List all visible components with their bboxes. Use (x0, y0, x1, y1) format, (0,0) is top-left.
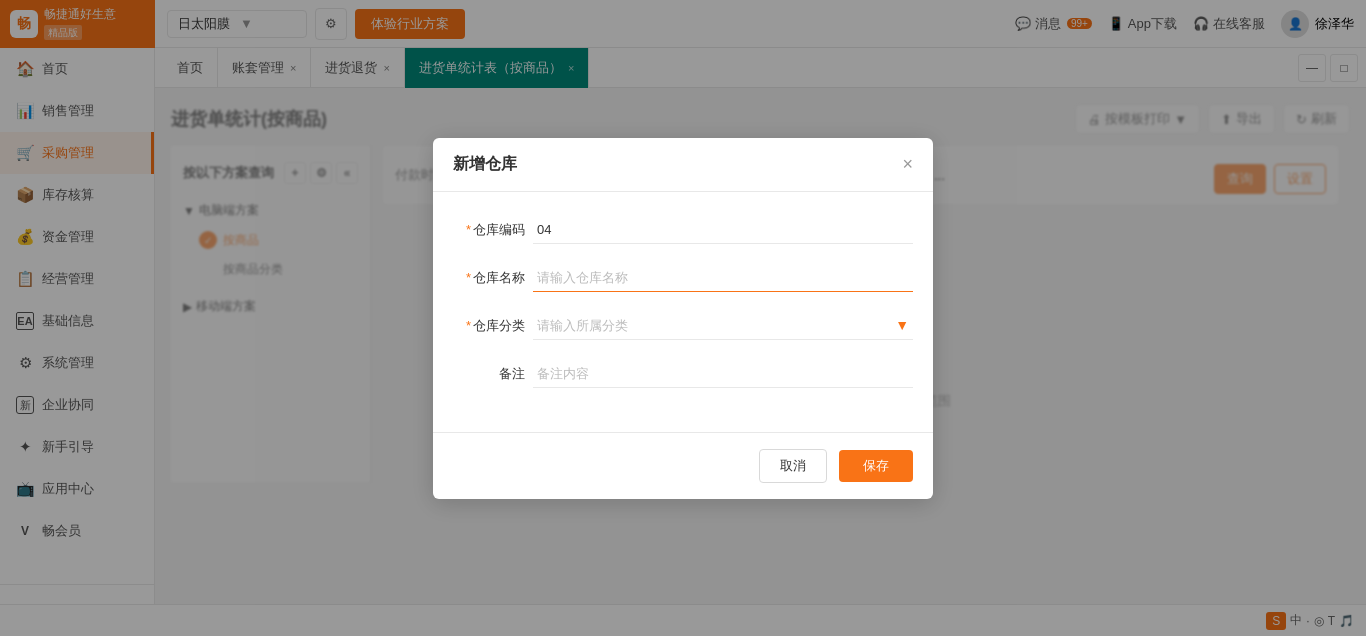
modal-new-warehouse: 新增仓库 × 仓库编码 仓库名称 (433, 138, 933, 499)
note-label: 备注 (453, 365, 533, 383)
category-select-wrap: 请输入所属分类 ▼ (533, 312, 913, 340)
form-row-name: 仓库名称 (453, 264, 913, 292)
modal-body: 仓库编码 仓库名称 仓库分类 (433, 192, 933, 432)
modal-title: 新增仓库 (453, 154, 902, 175)
form-row-note: 备注 (453, 360, 913, 388)
note-input[interactable] (533, 360, 913, 388)
category-label: 仓库分类 (453, 317, 533, 335)
code-label: 仓库编码 (453, 221, 533, 239)
modal-header: 新增仓库 × (433, 138, 933, 192)
code-input[interactable] (533, 216, 913, 244)
form-row-category: 仓库分类 请输入所属分类 ▼ (453, 312, 913, 340)
cancel-button[interactable]: 取消 (759, 449, 827, 483)
name-input[interactable] (533, 264, 913, 292)
modal-overlay: 新增仓库 × 仓库编码 仓库名称 (155, 88, 1366, 636)
form-row-code: 仓库编码 (453, 216, 913, 244)
modal-footer: 取消 保存 (433, 432, 933, 499)
name-label: 仓库名称 (453, 269, 533, 287)
save-button[interactable]: 保存 (839, 450, 913, 482)
content-area: 首页 账套管理 × 进货退货 × 进货单统计表（按商品） × — □ (155, 48, 1366, 636)
page-content: 进货单统计(按商品) 🖨 按模板打印 ▼ ⬆ 导出 ↻ (155, 88, 1366, 636)
main-layout: 🏠 首页 📊 销售管理 🛒 采购管理 📦 库存核算 💰 资金管理 📋 经营管理 … (0, 48, 1366, 636)
modal-close-btn[interactable]: × (902, 155, 913, 173)
category-select[interactable]: 请输入所属分类 (533, 312, 913, 339)
